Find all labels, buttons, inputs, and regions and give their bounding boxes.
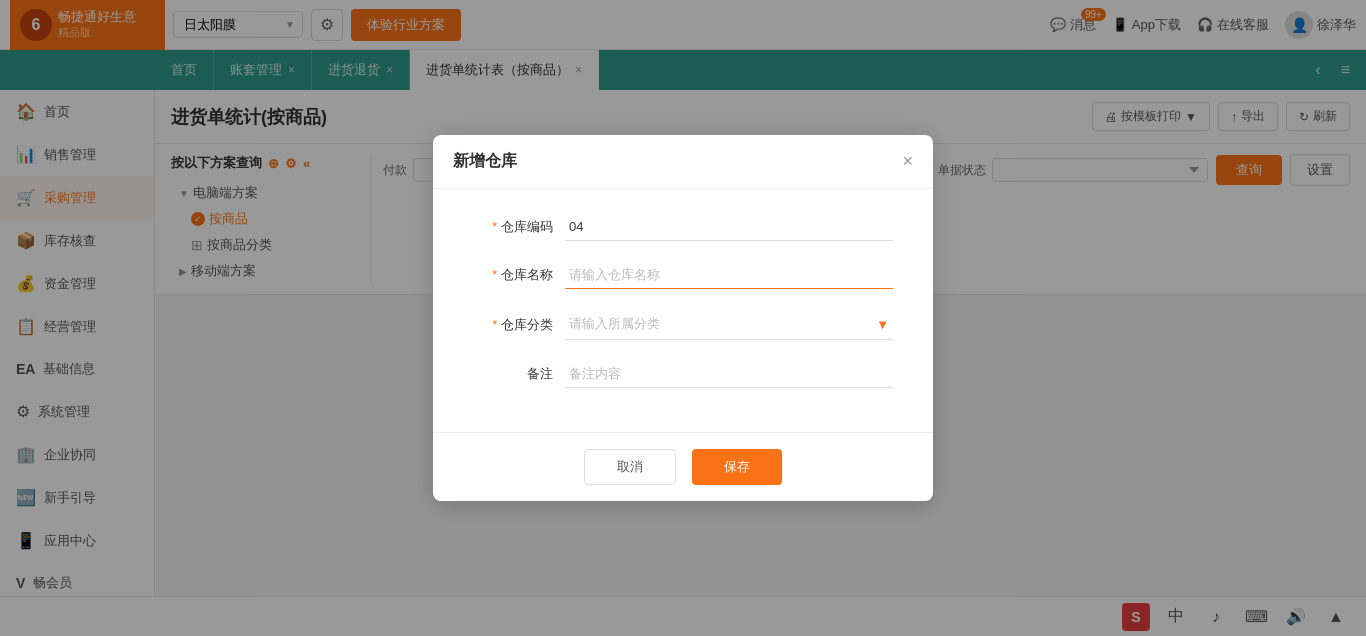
name-label: 仓库名称 bbox=[473, 266, 553, 284]
category-label: 仓库分类 bbox=[473, 316, 553, 334]
form-row-code: 仓库编码 bbox=[473, 213, 893, 241]
modal-header: 新增仓库 × bbox=[433, 135, 933, 189]
modal-close-btn[interactable]: × bbox=[902, 151, 913, 172]
modal-body: 仓库编码 仓库名称 仓库分类 请输入所属分类 ▼ 备注 bbox=[433, 189, 933, 432]
category-select[interactable]: 请输入所属分类 ▼ bbox=[565, 309, 893, 340]
category-placeholder: 请输入所属分类 bbox=[569, 315, 660, 333]
note-label: 备注 bbox=[473, 365, 553, 383]
form-row-note: 备注 bbox=[473, 360, 893, 388]
category-dropdown-icon: ▼ bbox=[876, 317, 889, 332]
form-row-name: 仓库名称 bbox=[473, 261, 893, 289]
new-warehouse-modal: 新增仓库 × 仓库编码 仓库名称 仓库分类 请输入所属分类 ▼ bbox=[433, 135, 933, 501]
modal-footer: 取消 保存 bbox=[433, 432, 933, 501]
form-row-category: 仓库分类 请输入所属分类 ▼ bbox=[473, 309, 893, 340]
code-label: 仓库编码 bbox=[473, 218, 553, 236]
note-input[interactable] bbox=[565, 360, 893, 388]
save-button[interactable]: 保存 bbox=[692, 449, 782, 485]
modal-title: 新增仓库 bbox=[453, 151, 517, 172]
cancel-button[interactable]: 取消 bbox=[584, 449, 676, 485]
code-input[interactable] bbox=[565, 213, 893, 241]
name-input[interactable] bbox=[565, 261, 893, 289]
modal-overlay: 新增仓库 × 仓库编码 仓库名称 仓库分类 请输入所属分类 ▼ bbox=[0, 0, 1366, 636]
